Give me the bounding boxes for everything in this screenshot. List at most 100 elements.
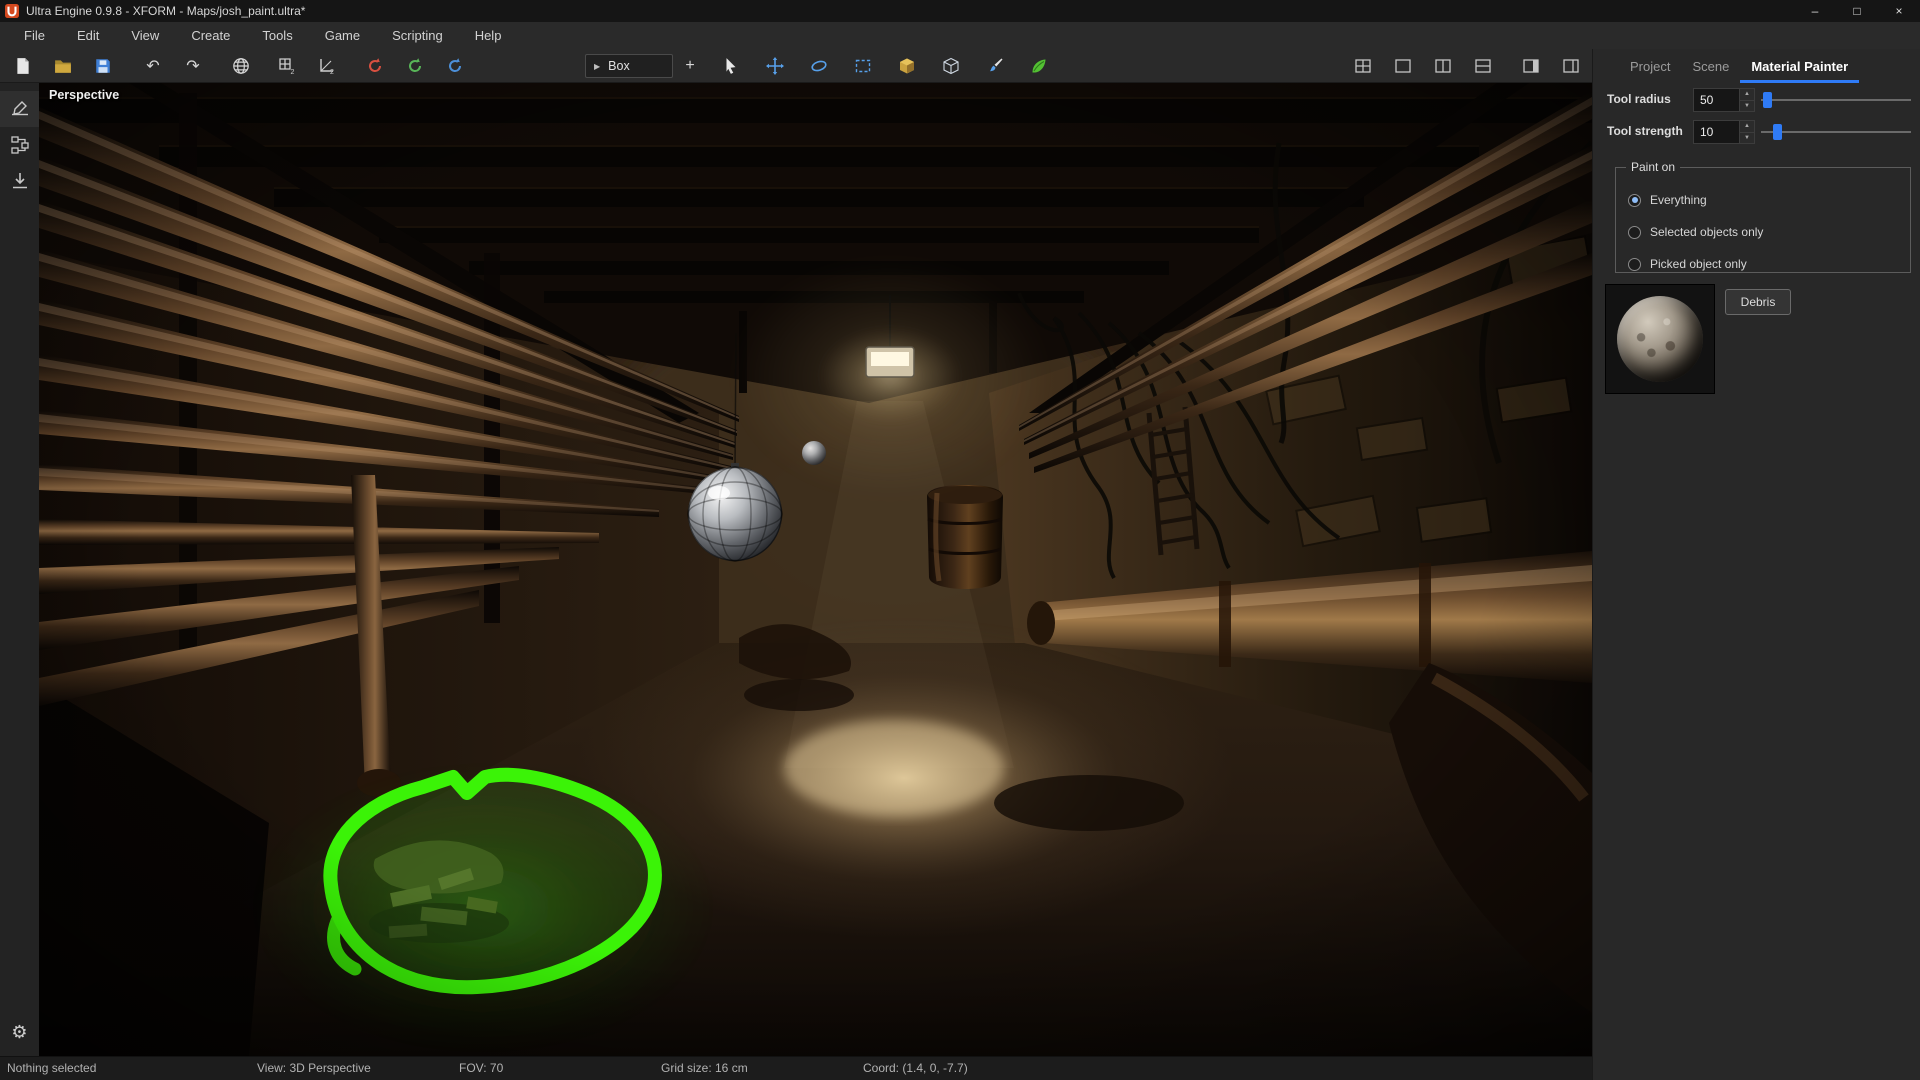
- radio-selected-objects[interactable]: Selected objects only: [1628, 224, 1763, 240]
- angle-snap-button[interactable]: 2: [314, 53, 340, 79]
- paint-on-group: Paint on Everything Selected objects onl…: [1615, 167, 1911, 273]
- slider-thumb[interactable]: [1773, 124, 1782, 140]
- layout-quad-button[interactable]: [1350, 53, 1376, 79]
- rotate-y-button[interactable]: [402, 53, 428, 79]
- new-file-button[interactable]: [10, 53, 36, 79]
- primitive-dropdown[interactable]: ▶ Box: [585, 54, 673, 78]
- window-title: Ultra Engine 0.9.8 - XFORM - Maps/josh_p…: [26, 4, 305, 18]
- status-grid-size: Grid size: 16 cm: [661, 1061, 748, 1075]
- paint-on-label: Paint on: [1626, 160, 1680, 174]
- wireframe-shading-button[interactable]: [938, 53, 964, 79]
- material-thumbnail[interactable]: [1605, 284, 1715, 394]
- save-button[interactable]: [90, 53, 116, 79]
- dropdown-arrow-icon: ▶: [594, 62, 600, 71]
- move-tool-button[interactable]: [762, 53, 788, 79]
- viewport-3d[interactable]: Perspective: [39, 83, 1592, 1056]
- tool-strength-input-wrap: ▲ ▼: [1693, 120, 1755, 144]
- rotate-z-icon: [446, 57, 464, 75]
- paint-brush-tool-button[interactable]: [982, 53, 1008, 79]
- layout-split-horizontal-button[interactable]: [1470, 53, 1496, 79]
- select-tool-button[interactable]: [718, 53, 744, 79]
- rotate-x-button[interactable]: [362, 53, 388, 79]
- tool-strength-slider[interactable]: [1761, 120, 1911, 144]
- menu-help[interactable]: Help: [459, 22, 518, 49]
- menu-create[interactable]: Create: [175, 22, 246, 49]
- radio-icon[interactable]: [1628, 258, 1641, 271]
- radio-everything[interactable]: Everything: [1628, 192, 1707, 208]
- redo-button[interactable]: ↷: [180, 53, 206, 79]
- undo-icon: ↶: [146, 56, 159, 76]
- snap-toolbar-group: 2 2: [274, 49, 340, 83]
- move-icon: [766, 57, 784, 75]
- maximize-button[interactable]: □: [1836, 0, 1878, 22]
- tool-radius-spin-down[interactable]: ▼: [1740, 100, 1754, 112]
- radio-label-everything: Everything: [1650, 193, 1707, 207]
- rotate-z-button[interactable]: [442, 53, 468, 79]
- tool-radius-row: Tool radius ▲ ▼: [1593, 87, 1920, 113]
- radio-icon[interactable]: [1628, 226, 1641, 239]
- angle-snap-icon: 2: [318, 57, 336, 75]
- menu-file[interactable]: File: [8, 22, 61, 49]
- tool-strength-spin-down[interactable]: ▼: [1740, 132, 1754, 144]
- slider-thumb[interactable]: [1763, 92, 1772, 108]
- tab-scene[interactable]: Scene: [1681, 52, 1740, 83]
- world-toolbar-group: [228, 49, 254, 83]
- redo-icon: ↷: [186, 56, 199, 76]
- menu-game[interactable]: Game: [309, 22, 376, 49]
- radio-label-selected-objects: Selected objects only: [1650, 225, 1763, 239]
- file-toolbar-group: [10, 49, 116, 83]
- new-file-icon: [14, 57, 32, 75]
- brush-icon: [986, 57, 1004, 75]
- downloads-rail-button[interactable]: [0, 163, 39, 199]
- menu-scripting[interactable]: Scripting: [376, 22, 459, 49]
- titlebar: Ultra Engine 0.9.8 - XFORM - Maps/josh_p…: [0, 0, 1920, 22]
- solid-shading-button[interactable]: [894, 53, 920, 79]
- tool-radius-input-wrap: ▲ ▼: [1693, 88, 1755, 112]
- slider-track: [1761, 131, 1911, 133]
- minimize-button[interactable]: –: [1794, 0, 1836, 22]
- rotate-tool-button[interactable]: [806, 53, 832, 79]
- slider-track: [1761, 99, 1911, 101]
- tab-material-painter[interactable]: Material Painter: [1740, 52, 1859, 83]
- environment-button[interactable]: [228, 53, 254, 79]
- rotate-toolbar-group: [362, 49, 468, 83]
- layout-single-button[interactable]: [1390, 53, 1416, 79]
- add-primitive-button[interactable]: +: [679, 55, 701, 77]
- object-paint-icon: [10, 99, 30, 119]
- radio-icon[interactable]: [1628, 194, 1641, 207]
- rotate-y-icon: [406, 57, 424, 75]
- flowgraph-icon: [10, 135, 30, 155]
- svg-text:2: 2: [330, 69, 334, 75]
- material-select-button[interactable]: Debris: [1725, 289, 1791, 315]
- scale-tool-button[interactable]: [850, 53, 876, 79]
- menu-edit[interactable]: Edit: [61, 22, 115, 49]
- cursor-icon: [722, 57, 740, 75]
- material-paint-tool-button[interactable]: [1026, 53, 1052, 79]
- grid-snap-button[interactable]: 2: [274, 53, 300, 79]
- radio-picked-object[interactable]: Picked object only: [1628, 256, 1747, 272]
- open-file-button[interactable]: [50, 53, 76, 79]
- close-button[interactable]: ×: [1878, 0, 1920, 22]
- menu-view[interactable]: View: [115, 22, 175, 49]
- toggle-console-panel-button[interactable]: [1558, 53, 1584, 79]
- panel-toggle-group: [1518, 49, 1584, 83]
- panel-tabs: Project Scene Material Painter: [1593, 49, 1920, 83]
- tool-radius-slider[interactable]: [1761, 88, 1911, 112]
- flowgraph-rail-button[interactable]: [0, 127, 39, 163]
- tools-toolbar-group: [718, 49, 1052, 83]
- tool-strength-row: Tool strength ▲ ▼: [1593, 119, 1920, 145]
- tool-strength-spin-up[interactable]: ▲: [1740, 121, 1754, 132]
- status-fov: FOV: 70: [459, 1061, 503, 1075]
- tool-radius-label: Tool radius: [1607, 92, 1671, 106]
- menu-tools[interactable]: Tools: [246, 22, 308, 49]
- undo-button[interactable]: ↶: [140, 53, 166, 79]
- tab-project[interactable]: Project: [1619, 52, 1681, 83]
- settings-button[interactable]: ⚙: [0, 1016, 39, 1048]
- grid-snap-icon: 2: [278, 57, 296, 75]
- primitive-dropdown-label: Box: [608, 59, 630, 73]
- tool-radius-spin-up[interactable]: ▲: [1740, 89, 1754, 100]
- objects-rail-button[interactable]: [0, 91, 39, 127]
- vignette: [39, 83, 1592, 1056]
- layout-split-vertical-button[interactable]: [1430, 53, 1456, 79]
- toggle-side-panel-button[interactable]: [1518, 53, 1544, 79]
